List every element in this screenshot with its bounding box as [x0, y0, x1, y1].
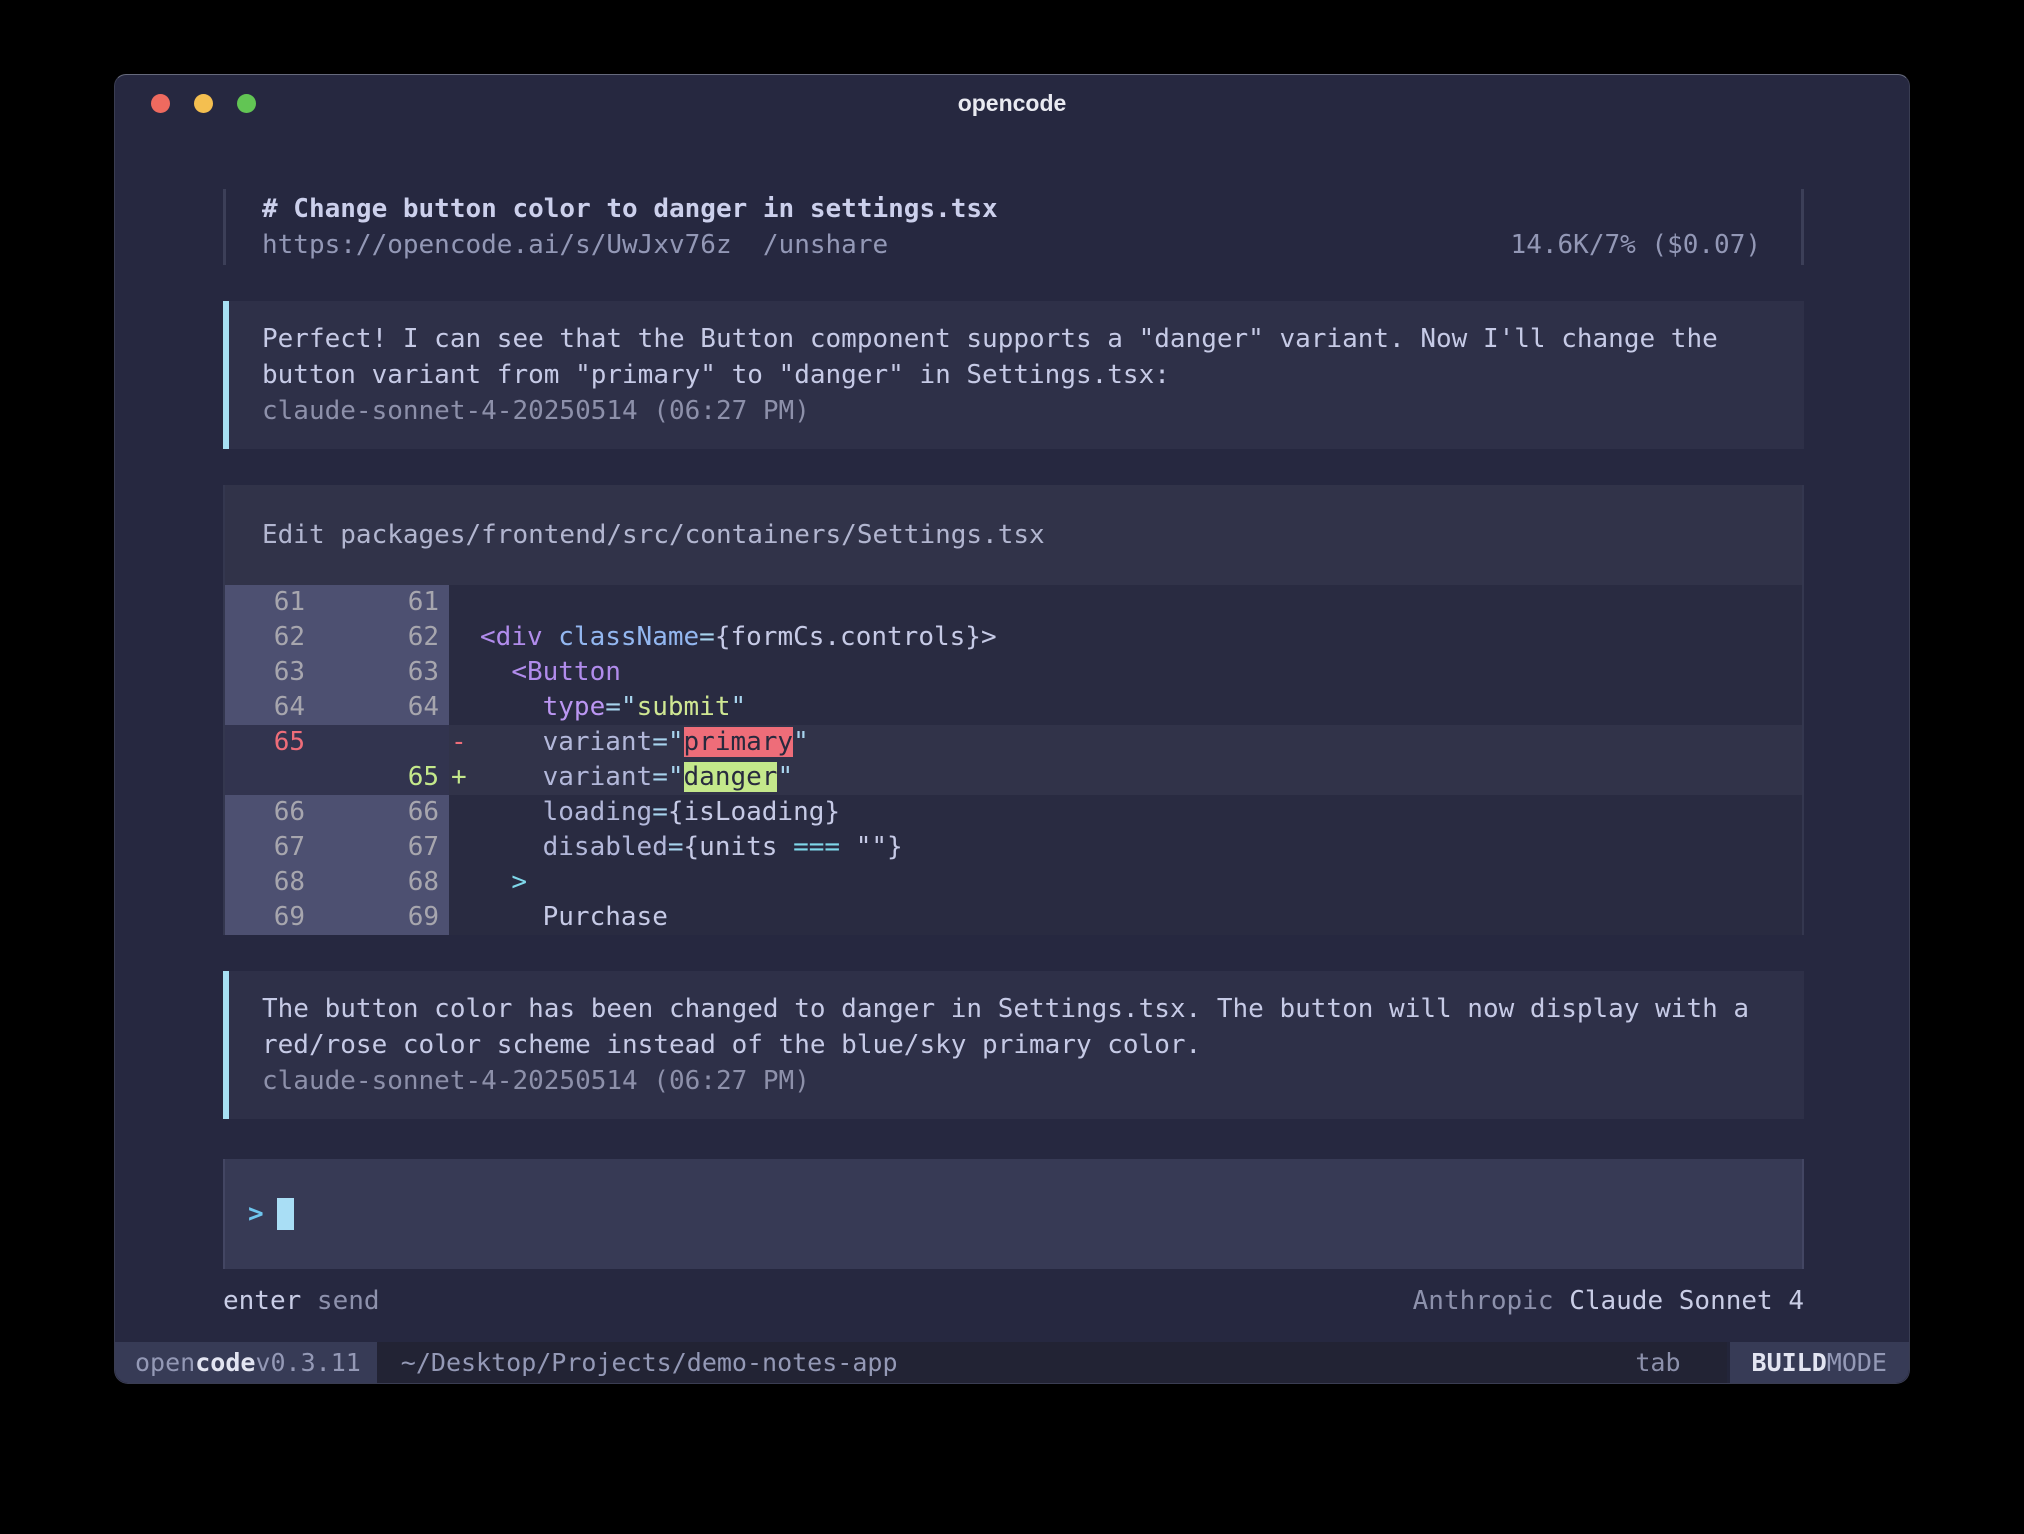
app-window: opencode # Change button color to danger… — [114, 74, 1910, 1384]
diff-marker — [449, 795, 480, 830]
terminal-content: # Change button color to danger in setti… — [115, 133, 1909, 1342]
old-line-number: 69 — [225, 900, 325, 935]
old-line-number: 65 — [225, 725, 325, 760]
message-text: The button color has been changed to dan… — [262, 991, 1764, 1063]
session-subline: https://opencode.ai/s/UwJxv76z /unshare … — [262, 227, 1761, 263]
code-line — [480, 585, 1802, 620]
diff-marker — [449, 620, 480, 655]
provider-label: Anthropic — [1413, 1286, 1570, 1316]
old-line-number: 66 — [225, 795, 325, 830]
code-line: loading={isLoading} — [480, 795, 1802, 830]
diff-marker — [449, 865, 480, 900]
code-line: > — [480, 865, 1802, 900]
code-line: Purchase — [480, 900, 1802, 935]
old-line-number — [225, 760, 325, 795]
diff-row: 6262 <div className={formCs.controls}> — [225, 620, 1802, 655]
app-name-open: open — [135, 1348, 195, 1377]
new-line-number — [325, 725, 449, 760]
share-url[interactable]: https://opencode.ai/s/UwJxv76z — [262, 227, 732, 263]
status-bar: opencode v0.3.11 ~/Desktop/Projects/demo… — [115, 1342, 1909, 1383]
diff-marker — [449, 690, 480, 725]
enter-key-label: enter — [223, 1286, 301, 1316]
new-line-number: 67 — [325, 830, 449, 865]
diff-marker: + — [449, 760, 480, 795]
session-title: # Change button color to danger in setti… — [262, 191, 1761, 227]
token-usage: 14.6K/7% ($0.07) — [1511, 227, 1761, 263]
message-meta: claude-sonnet-4-20250514 (06:27 PM) — [262, 1063, 1764, 1099]
title-bar: opencode — [115, 75, 1909, 133]
diff-row: 6363 <Button — [225, 655, 1802, 690]
assistant-message: The button color has been changed to dan… — [223, 971, 1804, 1119]
old-line-number: 61 — [225, 585, 325, 620]
new-line-number: 65 — [325, 760, 449, 795]
hint-row: enter send Anthropic Claude Sonnet 4 — [223, 1283, 1804, 1319]
old-line-number: 67 — [225, 830, 325, 865]
code-line: variant="primary" — [480, 725, 1802, 760]
window-title: opencode — [115, 90, 1909, 117]
old-line-number: 68 — [225, 865, 325, 900]
diff-row: 6666 loading={isLoading} — [225, 795, 1802, 830]
new-line-number: 62 — [325, 620, 449, 655]
message-meta: claude-sonnet-4-20250514 (06:27 PM) — [262, 393, 1764, 429]
model-indicator: Anthropic Claude Sonnet 4 — [1413, 1283, 1804, 1319]
edit-tool-title: Edit packages/frontend/src/containers/Se… — [225, 485, 1802, 585]
session-header: # Change button color to danger in setti… — [223, 189, 1804, 265]
model-label: Claude Sonnet 4 — [1569, 1286, 1804, 1316]
diff-marker — [449, 655, 480, 690]
assistant-message: Perfect! I can see that the Button compo… — [223, 301, 1804, 449]
old-line-number: 64 — [225, 690, 325, 725]
diff-row: 6969 Purchase — [225, 900, 1802, 935]
new-line-number: 69 — [325, 900, 449, 935]
new-line-number: 63 — [325, 655, 449, 690]
code-line: disabled={units === ""} — [480, 830, 1802, 865]
new-line-number: 68 — [325, 865, 449, 900]
app-version: v0.3.11 — [255, 1348, 360, 1377]
diff-marker — [449, 900, 480, 935]
app-version-chip: opencode v0.3.11 — [115, 1342, 377, 1383]
old-line-number: 62 — [225, 620, 325, 655]
prompt-symbol: > — [248, 1199, 264, 1229]
diff-marker — [449, 585, 480, 620]
enter-hint: enter send — [223, 1283, 380, 1319]
new-line-number: 64 — [325, 690, 449, 725]
edit-tool-block: Edit packages/frontend/src/containers/Se… — [223, 485, 1804, 935]
mode-chip[interactable]: BUILD MODE — [1727, 1342, 1909, 1383]
diff-marker — [449, 830, 480, 865]
prompt-input[interactable]: > — [223, 1159, 1804, 1269]
enter-action-label: send — [301, 1286, 379, 1316]
new-line-number: 61 — [325, 585, 449, 620]
code-line: <Button — [480, 655, 1802, 690]
code-line: type="submit" — [480, 690, 1802, 725]
diff-row: 6767 disabled={units === ""} — [225, 830, 1802, 865]
working-directory: ~/Desktop/Projects/demo-notes-app — [377, 1348, 898, 1377]
diff-row: 6464 type="submit" — [225, 690, 1802, 725]
diff-marker: - — [449, 725, 480, 760]
mode-name: BUILD — [1752, 1348, 1827, 1377]
unshare-command: /unshare — [763, 227, 888, 263]
diff-row: 6868 > — [225, 865, 1802, 900]
mode-suffix: MODE — [1827, 1348, 1887, 1377]
diff-rows: 6161 6262 <div className={formCs.control… — [225, 585, 1802, 935]
app-name-code: code — [195, 1348, 255, 1377]
diff-row: 6161 — [225, 585, 1802, 620]
diff-row: 65+ variant="danger" — [225, 760, 1802, 795]
code-line: <div className={formCs.controls}> — [480, 620, 1802, 655]
new-line-number: 66 — [325, 795, 449, 830]
diff-row: 65 - variant="primary" — [225, 725, 1802, 760]
old-line-number: 63 — [225, 655, 325, 690]
statusbar-spacer — [898, 1342, 1636, 1383]
tab-key-hint: tab — [1635, 1348, 1726, 1377]
text-cursor — [277, 1198, 294, 1230]
code-line: variant="danger" — [480, 760, 1802, 795]
message-text: Perfect! I can see that the Button compo… — [262, 321, 1764, 393]
